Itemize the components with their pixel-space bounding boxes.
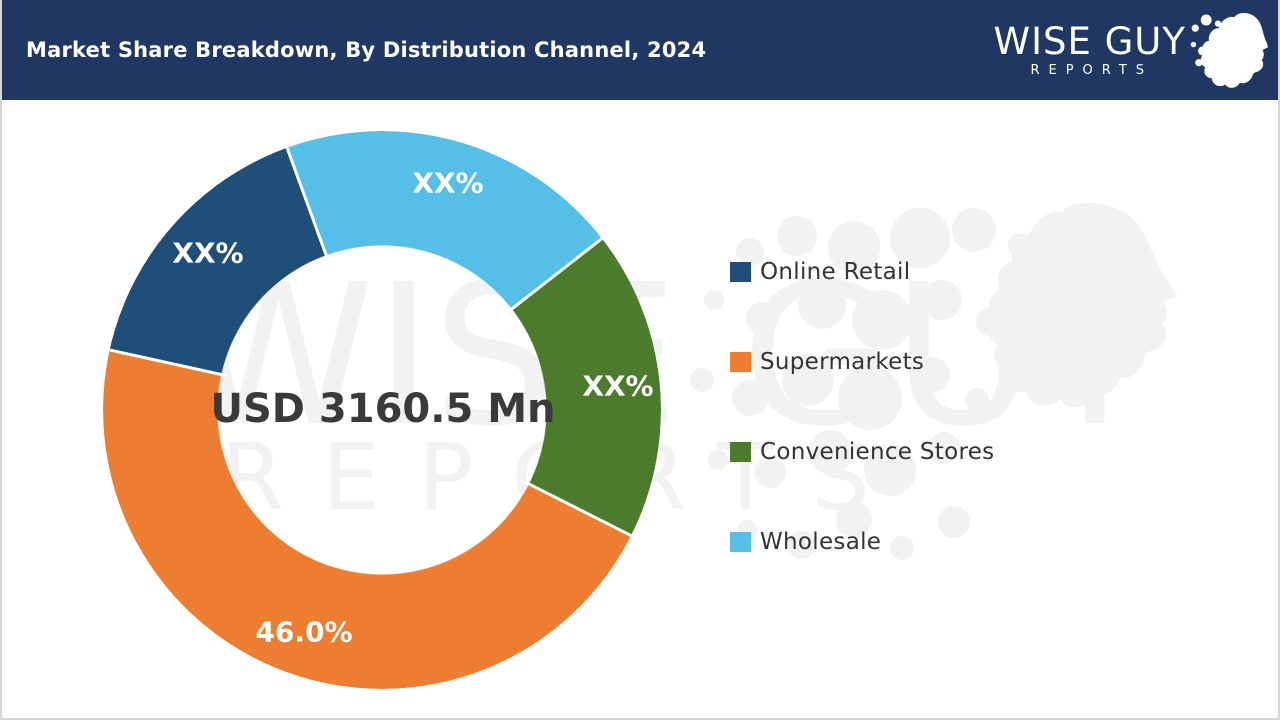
legend-item-convenience-stores: Convenience Stores [730,437,994,467]
legend-swatch-convenience-stores [730,442,751,462]
chart-legend: Online Retail Supermarkets Convenience S… [730,257,994,557]
legend-swatch-supermarkets [730,352,751,372]
legend-swatch-online-retail [730,262,751,282]
slice-label-convenience-stores: XX% [582,369,654,403]
legend-label: Convenience Stores [760,439,995,465]
legend-swatch-wholesale [730,532,751,552]
wiseguy-logo-text: WISE GUY REPORTS [994,23,1186,77]
chart-page: WISE GUY REPORTS XX% 46.0% XX% XX% USD 3… [0,0,1280,720]
legend-label: Wholesale [760,529,882,555]
legend-label: Supermarkets [760,349,925,375]
page-title: Market Share Breakdown, By Distribution … [26,38,707,62]
logo-reports-text: REPORTS [1030,63,1154,78]
slice-label-wholesale: XX% [412,166,484,200]
header-bar: Market Share Breakdown, By Distribution … [2,0,1278,100]
wiseguy-logo: WISE GUY REPORTS [994,0,1268,100]
legend-label: Online Retail [760,259,911,285]
wiseguy-face-icon [1190,13,1268,88]
slice-label-supermarkets: 46.0% [255,615,353,649]
legend-item-online-retail: Online Retail [730,257,994,287]
donut-center-value: USD 3160.5 Mn [210,386,556,432]
slice-label-online-retail: XX% [172,236,244,270]
legend-item-supermarkets: Supermarkets [730,347,994,377]
legend-item-wholesale: Wholesale [730,527,994,557]
logo-wise-guy-text: WISE GUY [993,20,1186,63]
